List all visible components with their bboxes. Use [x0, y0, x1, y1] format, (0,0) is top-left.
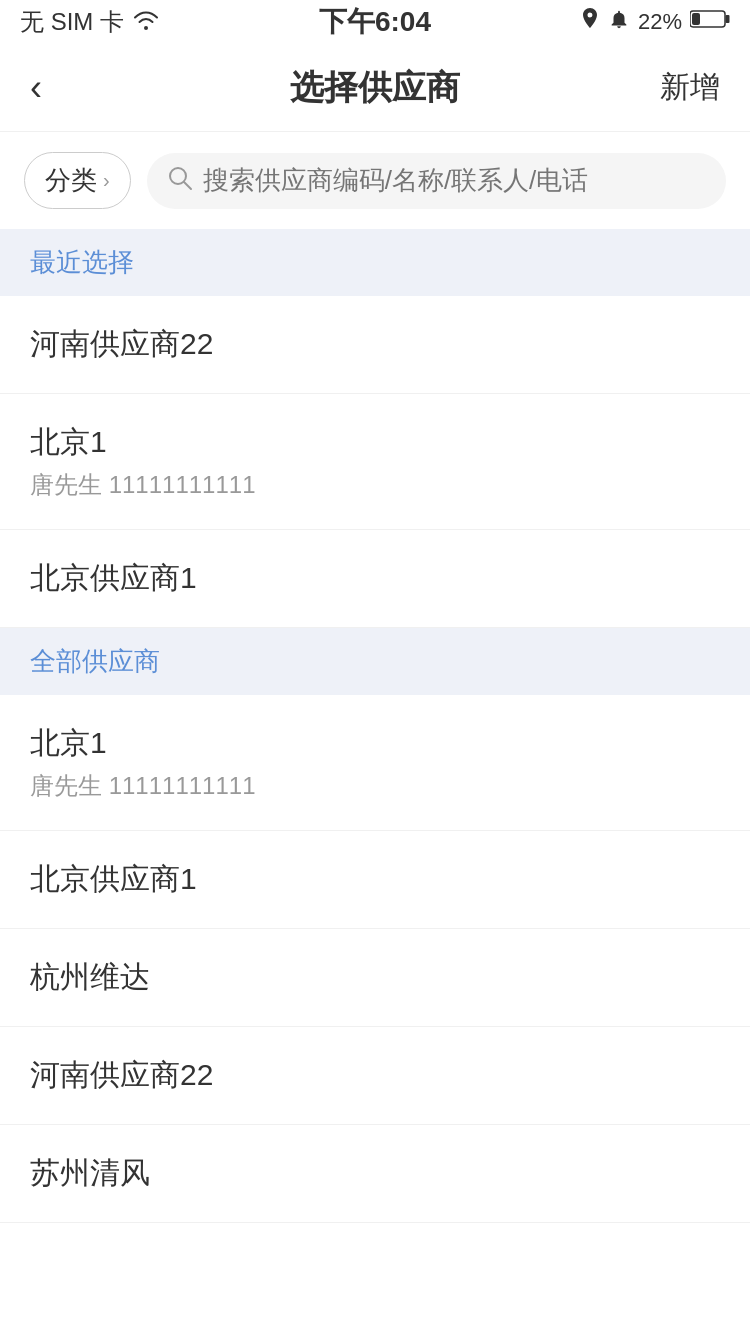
list-item[interactable]: 北京1 唐先生 11111111111	[0, 394, 750, 530]
list-item[interactable]: 北京供应商1	[0, 530, 750, 628]
category-label: 分类	[45, 163, 97, 198]
list-item[interactable]: 河南供应商22	[0, 296, 750, 394]
recent-section-header: 最近选择	[0, 229, 750, 296]
item-name: 苏州清风	[30, 1153, 720, 1194]
status-bar: 无 SIM 卡 下午6:04 22%	[0, 0, 750, 44]
recent-label: 最近选择	[30, 247, 134, 277]
category-button[interactable]: 分类 ›	[24, 152, 131, 209]
item-name: 河南供应商22	[30, 324, 720, 365]
list-item[interactable]: 苏州清风	[0, 1125, 750, 1223]
nav-bar: ‹ 选择供应商 新增	[0, 44, 750, 132]
item-name: 河南供应商22	[30, 1055, 720, 1096]
carrier-text: 无 SIM 卡	[20, 6, 124, 38]
nav-title: 选择供应商	[290, 65, 460, 111]
item-sub: 唐先生 11111111111	[30, 469, 720, 501]
alarm-icon	[608, 8, 630, 36]
back-button[interactable]: ‹	[30, 67, 90, 109]
all-label: 全部供应商	[30, 646, 160, 676]
list-item[interactable]: 北京1 唐先生 11111111111	[0, 695, 750, 831]
chevron-right-icon: ›	[103, 169, 110, 192]
list-item[interactable]: 杭州维达	[0, 929, 750, 1027]
search-icon	[167, 165, 193, 197]
status-left: 无 SIM 卡	[20, 6, 160, 38]
battery-text: 22%	[638, 9, 682, 35]
new-action-button[interactable]: 新增	[660, 67, 720, 108]
list-item[interactable]: 河南供应商22	[0, 1027, 750, 1125]
item-name: 北京供应商1	[30, 859, 720, 900]
all-section-header: 全部供应商	[0, 628, 750, 695]
list-item[interactable]: 北京供应商1	[0, 831, 750, 929]
item-name: 杭州维达	[30, 957, 720, 998]
battery-icon	[690, 9, 730, 35]
search-input[interactable]	[203, 165, 706, 196]
all-list: 北京1 唐先生 11111111111 北京供应商1 杭州维达河南供应商22 苏州清风	[0, 695, 750, 1223]
item-name: 北京1	[30, 422, 720, 463]
search-input-wrap	[147, 153, 726, 209]
status-right: 22%	[580, 8, 730, 36]
search-bar: 分类 ›	[0, 132, 750, 229]
recent-list: 河南供应商22 北京1 唐先生 11111111111 北京供应商1	[0, 296, 750, 628]
status-time: 下午6:04	[319, 3, 431, 41]
item-sub: 唐先生 11111111111	[30, 770, 720, 802]
item-name: 北京1	[30, 723, 720, 764]
svg-line-4	[184, 182, 191, 189]
svg-rect-1	[726, 15, 730, 23]
location-icon	[580, 8, 600, 36]
svg-rect-2	[692, 13, 700, 25]
item-name: 北京供应商1	[30, 558, 720, 599]
wifi-icon	[132, 8, 160, 36]
